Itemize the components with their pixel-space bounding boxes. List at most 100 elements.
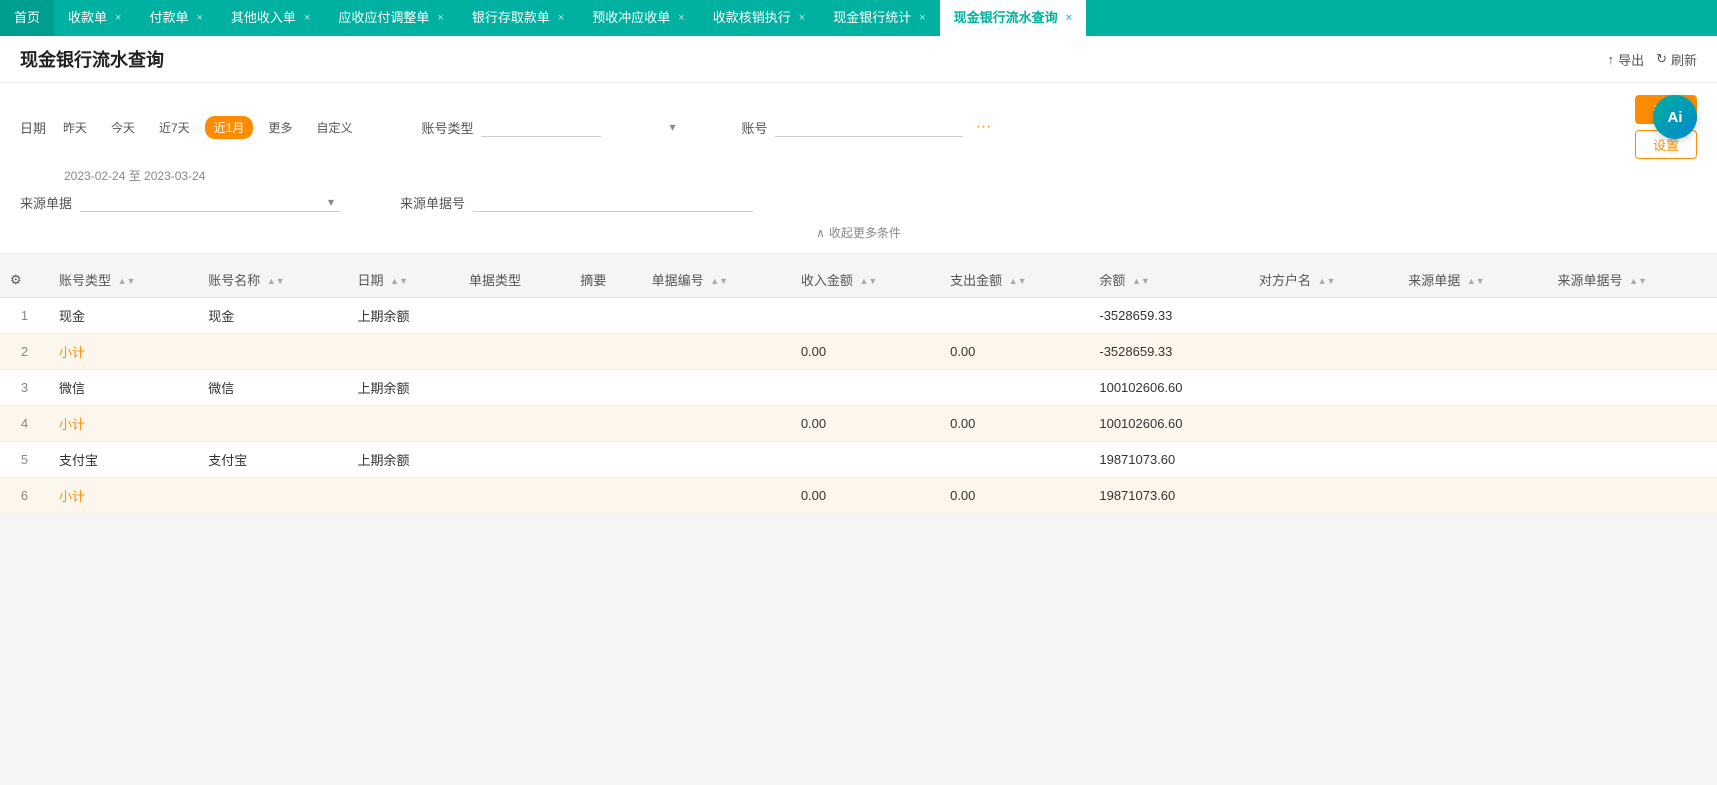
date-btn-today[interactable]: 今天 <box>102 116 144 139</box>
account-input[interactable] <box>775 117 963 137</box>
nav-tab-bank[interactable]: 银行存取款单 × <box>458 0 578 36</box>
collapse-bar[interactable]: ∧ 收起更多条件 <box>20 220 1697 245</box>
close-icon-verify[interactable]: × <box>799 0 805 36</box>
cell-doc-no <box>642 334 791 370</box>
cell-source-doc <box>1398 442 1547 478</box>
cell-doc-no <box>642 298 791 334</box>
cell-doc-type <box>459 478 570 514</box>
close-icon-prepay[interactable]: × <box>678 0 684 36</box>
cell-summary <box>570 478 641 514</box>
col-balance: 余额 ▲▼ <box>1089 262 1249 298</box>
date-btn-more[interactable]: 更多 <box>259 116 301 139</box>
table-header: ⚙ 账号类型 ▲▼ 账号名称 ▲▼ 日期 ▲▼ 单据类型 摘要 单据编号 <box>0 262 1717 298</box>
cell-source-doc-no <box>1548 334 1717 370</box>
account-dots-button[interactable]: ··· <box>971 118 995 136</box>
nav-tab-shoukuan[interactable]: 收款单 × <box>54 0 135 36</box>
source-doc-group: 来源单据 <box>20 192 340 212</box>
cell-income: 0.00 <box>791 406 940 442</box>
row-number: 4 <box>0 406 49 442</box>
account-type-select[interactable]: 现金 微信 支付宝 <box>481 117 601 137</box>
cell-income: 0.00 <box>791 478 940 514</box>
cell-source-doc-no <box>1548 406 1717 442</box>
cell-balance: 19871073.60 <box>1089 478 1249 514</box>
source-doc-no-label: 来源单据号 <box>400 193 465 212</box>
close-icon-shoukuan[interactable]: × <box>115 0 121 36</box>
sort-icon-doc-no[interactable]: ▲▼ <box>710 277 728 286</box>
close-icon-bank[interactable]: × <box>558 0 564 36</box>
cell-income <box>791 298 940 334</box>
close-icon-cashflow[interactable]: × <box>1066 0 1072 36</box>
cell-expense <box>940 298 1089 334</box>
cell-doc-type <box>459 406 570 442</box>
table-row[interactable]: 4小计0.000.00100102606.60 <box>0 406 1717 442</box>
table-row[interactable]: 3微信微信上期余额100102606.60 <box>0 370 1717 406</box>
close-icon-fukuan[interactable]: × <box>196 0 202 36</box>
cell-counterpart <box>1249 478 1398 514</box>
sort-icon-balance[interactable]: ▲▼ <box>1132 277 1150 286</box>
sort-icon-counterpart[interactable]: ▲▼ <box>1318 277 1336 286</box>
close-icon-other-income[interactable]: × <box>304 0 310 36</box>
sort-icon-source-doc[interactable]: ▲▼ <box>1467 277 1485 286</box>
date-btn-1month[interactable]: 近1月 <box>205 116 254 139</box>
cell-summary <box>570 442 641 478</box>
date-btn-yesterday[interactable]: 昨天 <box>54 116 96 139</box>
nav-tab-adjust[interactable]: 应收应付调整单 × <box>324 0 457 36</box>
close-icon-stats[interactable]: × <box>919 0 925 36</box>
table-row[interactable]: 6小计0.000.0019871073.60 <box>0 478 1717 514</box>
sort-icon-account-name[interactable]: ▲▼ <box>267 277 285 286</box>
col-doc-no: 单据编号 ▲▼ <box>642 262 791 298</box>
cell-summary <box>570 370 641 406</box>
refresh-button[interactable]: ↻ 刷新 <box>1656 50 1697 69</box>
cell-summary <box>570 406 641 442</box>
row-number: 1 <box>0 298 49 334</box>
date-buttons: 昨天 今天 近7天 近1月 更多 自定义 <box>54 116 361 139</box>
table-row[interactable]: 5支付宝支付宝上期余额19871073.60 <box>0 442 1717 478</box>
cell-account-type: 微信 <box>49 370 198 406</box>
date-btn-7days[interactable]: 近7天 <box>150 116 199 139</box>
cell-date: 上期余额 <box>348 370 459 406</box>
cell-source-doc-no <box>1548 298 1717 334</box>
source-doc-select[interactable] <box>80 192 340 212</box>
sort-icon-expense[interactable]: ▲▼ <box>1009 277 1027 286</box>
sort-icon-source-doc-no[interactable]: ▲▼ <box>1629 277 1647 286</box>
row-number: 5 <box>0 442 49 478</box>
date-btn-custom[interactable]: 自定义 <box>307 116 361 139</box>
nav-tab-cashflow[interactable]: 现金银行流水查询 × <box>940 0 1086 36</box>
nav-tab-verify[interactable]: 收款核销执行 × <box>699 0 819 36</box>
cell-doc-type <box>459 298 570 334</box>
cell-date <box>348 406 459 442</box>
cell-account-name <box>198 334 347 370</box>
col-settings[interactable]: ⚙ <box>0 262 49 298</box>
export-button[interactable]: ↑ 导出 <box>1608 50 1645 69</box>
cell-source-doc <box>1398 334 1547 370</box>
col-summary: 摘要 <box>570 262 641 298</box>
table-row[interactable]: 2小计0.000.00-3528659.33 <box>0 334 1717 370</box>
sort-icon-income[interactable]: ▲▼ <box>859 277 877 286</box>
table-container: ⚙ 账号类型 ▲▼ 账号名称 ▲▼ 日期 ▲▼ 单据类型 摘要 单据编号 <box>0 262 1717 514</box>
nav-tab-other-income[interactable]: 其他收入单 × <box>217 0 324 36</box>
row-number: 3 <box>0 370 49 406</box>
row-number: 6 <box>0 478 49 514</box>
nav-tab-stats[interactable]: 现金银行统计 × <box>819 0 939 36</box>
refresh-icon: ↻ <box>1656 51 1667 67</box>
sort-icon-date[interactable]: ▲▼ <box>390 277 408 286</box>
nav-tab-fukuan[interactable]: 付款单 × <box>135 0 216 36</box>
nav-tab-prepay[interactable]: 预收冲应收单 × <box>578 0 698 36</box>
close-icon-adjust[interactable]: × <box>437 0 443 36</box>
cell-account-type: 小计 <box>49 406 198 442</box>
source-doc-select-wrapper <box>80 192 340 212</box>
ai-badge[interactable]: Ai <box>1653 95 1697 139</box>
cell-source-doc-no <box>1548 478 1717 514</box>
col-counterpart: 对方户名 ▲▼ <box>1249 262 1398 298</box>
collapse-label: 收起更多条件 <box>829 224 901 241</box>
cell-balance: -3528659.33 <box>1089 334 1249 370</box>
nav-home[interactable]: 首页 <box>0 0 54 36</box>
source-doc-label: 来源单据 <box>20 193 72 212</box>
filter-row-2: 来源单据 来源单据号 <box>20 192 1697 212</box>
date-filter-group: 日期 昨天 今天 近7天 近1月 更多 自定义 <box>20 116 361 139</box>
table-row[interactable]: 1现金现金上期余额-3528659.33 <box>0 298 1717 334</box>
source-doc-no-input[interactable] <box>473 192 753 212</box>
col-account-name: 账号名称 ▲▼ <box>198 262 347 298</box>
sort-icon-account-type[interactable]: ▲▼ <box>118 277 136 286</box>
page-title: 现金银行流水查询 <box>20 46 164 72</box>
